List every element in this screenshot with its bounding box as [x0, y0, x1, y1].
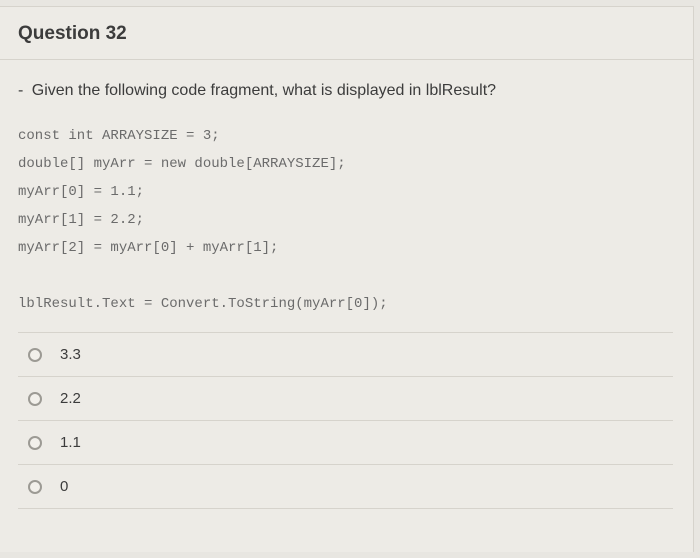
option-row[interactable]: 1.1 [18, 421, 673, 465]
code-line: double[] myArr = new double[ARRAYSIZE]; [18, 156, 346, 172]
prompt-text: Given the following code fragment, what … [32, 82, 496, 99]
code-line: myArr[0] = 1.1; [18, 184, 144, 200]
question-prompt: - Given the following code fragment, wha… [18, 82, 673, 100]
question-title: Question 32 [18, 23, 673, 45]
radio-icon[interactable] [28, 480, 42, 494]
code-line: myArr[2] = myArr[0] + myArr[1]; [18, 240, 278, 256]
radio-icon[interactable] [28, 348, 42, 362]
radio-icon[interactable] [28, 392, 42, 406]
radio-icon[interactable] [28, 436, 42, 450]
option-row[interactable]: 0 [18, 465, 673, 509]
option-row[interactable]: 3.3 [18, 333, 673, 377]
prompt-dash: - [18, 82, 23, 99]
code-line: const int ARRAYSIZE = 3; [18, 128, 220, 144]
question-header: Question 32 [0, 7, 693, 60]
code-line: lblResult.Text = Convert.ToString(myArr[… [18, 296, 388, 312]
options-list: 3.3 2.2 1.1 0 [18, 332, 673, 509]
option-label: 2.2 [60, 390, 81, 407]
option-row[interactable]: 2.2 [18, 377, 673, 421]
code-block: const int ARRAYSIZE = 3; double[] myArr … [18, 122, 673, 318]
option-label: 3.3 [60, 346, 81, 363]
question-body: - Given the following code fragment, wha… [0, 60, 693, 509]
question-card: Question 32 - Given the following code f… [0, 6, 694, 552]
option-label: 1.1 [60, 434, 81, 451]
option-label: 0 [60, 478, 68, 495]
code-line: myArr[1] = 2.2; [18, 212, 144, 228]
